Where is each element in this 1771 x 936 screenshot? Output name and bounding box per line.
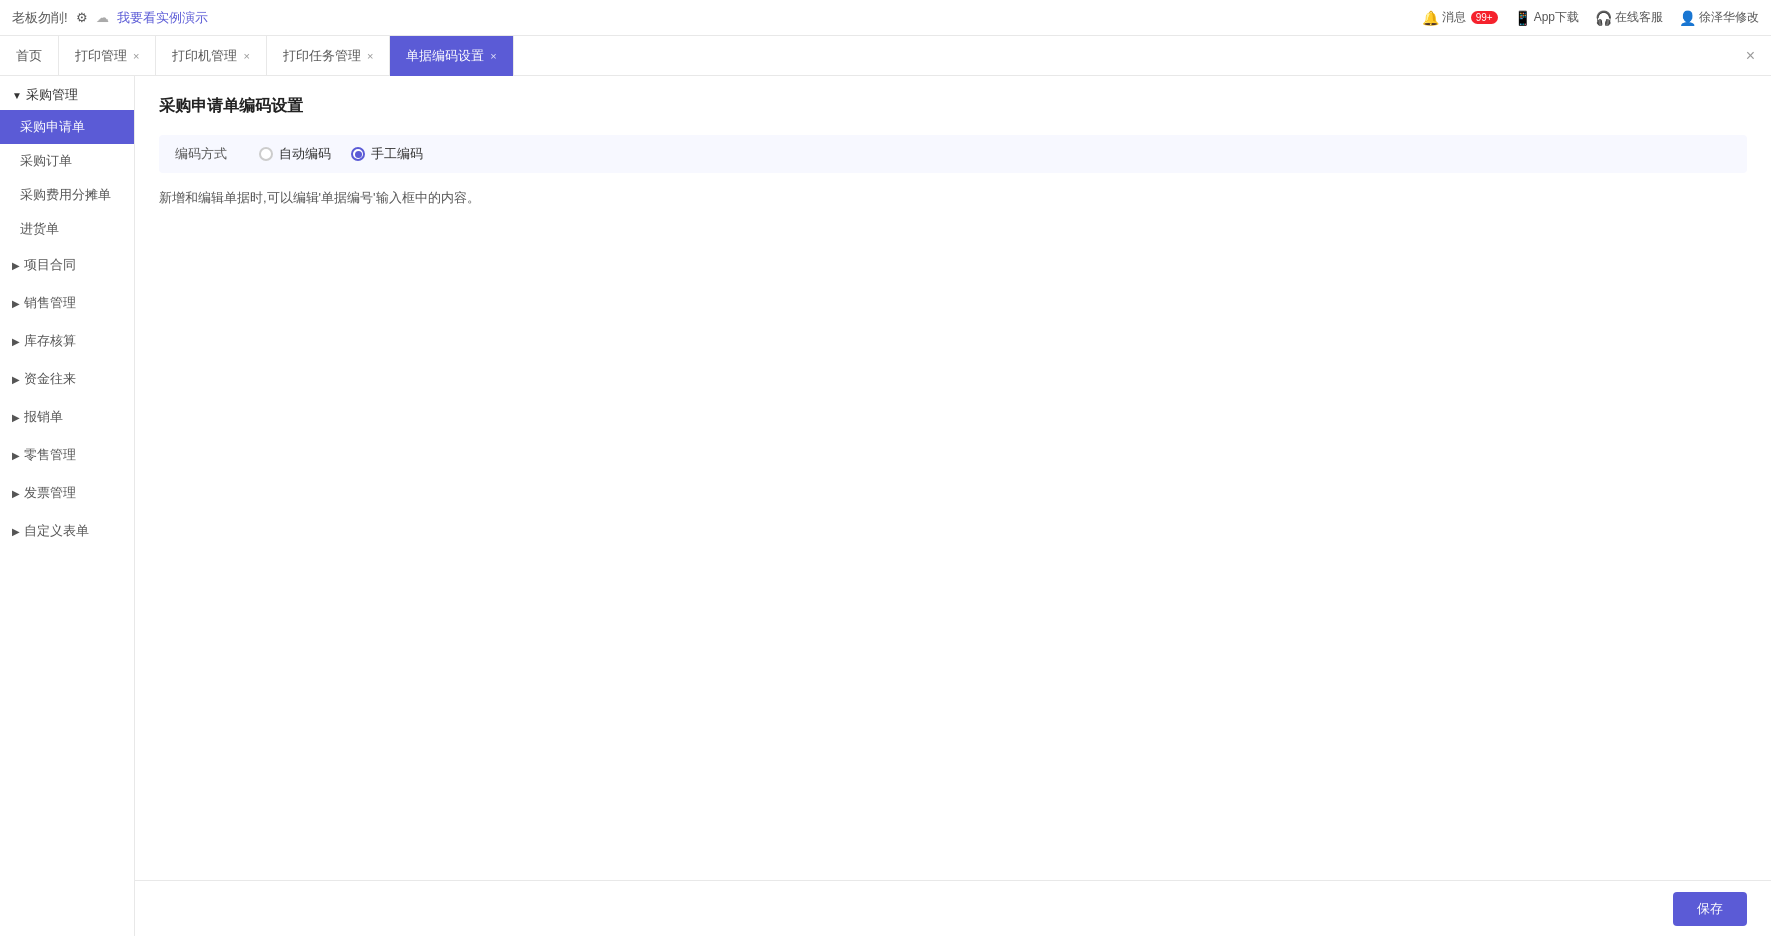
demo-link[interactable]: 我要看实例演示 [117,9,208,27]
main-layout: ▼ 采购管理 采购申请单 采购订单 采购费用分摊单 进货单 ▶ 项目合同 ▶ 销… [0,76,1771,936]
user-icon [1679,10,1696,26]
sidebar-group-custom-form-label: 自定义表单 [24,522,89,540]
tab-single-code-close[interactable]: × [490,50,496,62]
chevron-right-icon-8: ▶ [12,526,20,537]
sidebar-item-purchase-order-label: 采购订单 [20,153,72,168]
online-service-label: 在线客服 [1615,9,1663,26]
chevron-right-icon-2: ▶ [12,298,20,309]
sidebar-group-purchase[interactable]: ▼ 采购管理 [0,76,134,110]
message-button[interactable]: 消息 99+ [1422,9,1498,26]
chevron-right-icon-4: ▶ [12,374,20,385]
auto-code-label: 自动编码 [279,145,331,163]
sidebar-group-retail-label: 零售管理 [24,446,76,464]
manual-code-label: 手工编码 [371,145,423,163]
cloud-icon: ☁ [96,10,109,25]
headset-icon [1595,10,1612,26]
sidebar-group-custom-form[interactable]: ▶ 自定义表单 [0,512,134,550]
sidebar-group-inventory-label: 库存核算 [24,332,76,350]
content-area: 采购申请单编码设置 编码方式 自动编码 手工编码 新增和编辑单据时,可以编辑'单… [135,76,1771,936]
radio-auto-circle [259,147,273,161]
sidebar-group-capital-label: 资金往来 [24,370,76,388]
sidebar-group-sales[interactable]: ▶ 销售管理 [0,284,134,322]
tab-bar-close-all[interactable]: × [1730,47,1771,65]
coding-method-row: 编码方式 自动编码 手工编码 [159,135,1747,173]
sidebar-group-sales-label: 销售管理 [24,294,76,312]
tab-print-manage-label: 打印管理 [75,47,127,65]
radio-manual-code[interactable]: 手工编码 [351,145,423,163]
sidebar-group-retail[interactable]: ▶ 零售管理 [0,436,134,474]
app-download-label: App下载 [1534,9,1579,26]
tab-printer-manage-label: 打印机管理 [172,47,237,65]
sidebar-group-returns[interactable]: ▶ 报销单 [0,398,134,436]
sidebar-item-purchase-order[interactable]: 采购订单 [0,144,134,178]
sidebar-item-purchase-request[interactable]: 采购申请单 [0,110,134,144]
settings-icon[interactable]: ⚙ [76,10,88,25]
top-bar-right: 消息 99+ App下载 在线客服 徐泽华修改 [1422,9,1759,26]
brand-name: 老板勿削! [12,9,68,27]
sidebar: ▼ 采购管理 采购申请单 采购订单 采购费用分摊单 进货单 ▶ 项目合同 ▶ 销… [0,76,135,936]
sidebar-group-capital[interactable]: ▶ 资金往来 [0,360,134,398]
sidebar-group-purchase-label: 采购管理 [26,86,78,104]
sidebar-group-project-contract-label: 项目合同 [24,256,76,274]
top-bar: 老板勿削! ⚙ ☁ 我要看实例演示 消息 99+ App下载 在线客服 徐泽华修… [0,0,1771,36]
tab-print-task[interactable]: 打印任务管理 × [267,36,390,76]
sidebar-item-stock-in[interactable]: 进货单 [0,212,134,246]
sidebar-item-stock-in-label: 进货单 [20,221,59,236]
chevron-right-icon-1: ▶ [12,260,20,271]
bottom-bar: 保存 [135,880,1771,936]
top-bar-left: 老板勿削! ⚙ ☁ 我要看实例演示 [12,9,208,27]
app-download-button[interactable]: App下载 [1514,9,1579,26]
phone-icon [1514,10,1531,26]
tab-home-label: 首页 [16,47,42,65]
message-label: 消息 [1442,9,1466,26]
sidebar-group-invoice-label: 发票管理 [24,484,76,502]
online-service-button[interactable]: 在线客服 [1595,9,1663,26]
tab-print-manage[interactable]: 打印管理 × [59,36,156,76]
radio-manual-circle [351,147,365,161]
sidebar-item-purchase-expense[interactable]: 采购费用分摊单 [0,178,134,212]
tab-printer-manage[interactable]: 打印机管理 × [156,36,266,76]
radio-auto-code[interactable]: 自动编码 [259,145,331,163]
tab-single-code[interactable]: 单据编码设置 × [390,36,513,76]
tab-bar: 首页 打印管理 × 打印机管理 × 打印任务管理 × 单据编码设置 × × [0,36,1771,76]
user-name: 徐泽华修改 [1699,9,1759,26]
message-badge: 99+ [1471,11,1498,24]
coding-method-label: 编码方式 [175,145,227,163]
tab-print-task-label: 打印任务管理 [283,47,361,65]
chevron-down-icon: ▼ [12,90,22,101]
sidebar-group-returns-label: 报销单 [24,408,63,426]
user-menu[interactable]: 徐泽华修改 [1679,9,1759,26]
tab-printer-manage-close[interactable]: × [243,50,249,62]
tab-print-task-close[interactable]: × [367,50,373,62]
chevron-right-icon-3: ▶ [12,336,20,347]
hint-text: 新增和编辑单据时,可以编辑'单据编号'输入框中的内容。 [159,189,1747,207]
chevron-right-icon-7: ▶ [12,488,20,499]
sidebar-item-purchase-expense-label: 采购费用分摊单 [20,187,111,202]
sidebar-group-project-contract[interactable]: ▶ 项目合同 [0,246,134,284]
save-button[interactable]: 保存 [1673,892,1747,926]
page-title: 采购申请单编码设置 [159,96,1747,117]
radio-group-coding: 自动编码 手工编码 [259,145,423,163]
chevron-right-icon-5: ▶ [12,412,20,423]
sidebar-group-invoice[interactable]: ▶ 发票管理 [0,474,134,512]
tab-home[interactable]: 首页 [0,36,59,76]
chevron-right-icon-6: ▶ [12,450,20,461]
content-inner: 采购申请单编码设置 编码方式 自动编码 手工编码 新增和编辑单据时,可以编辑'单… [135,76,1771,880]
sidebar-item-purchase-request-label: 采购申请单 [20,119,85,134]
bell-icon [1422,10,1439,26]
sidebar-group-inventory[interactable]: ▶ 库存核算 [0,322,134,360]
tab-single-code-label: 单据编码设置 [406,47,484,65]
tab-print-manage-close[interactable]: × [133,50,139,62]
